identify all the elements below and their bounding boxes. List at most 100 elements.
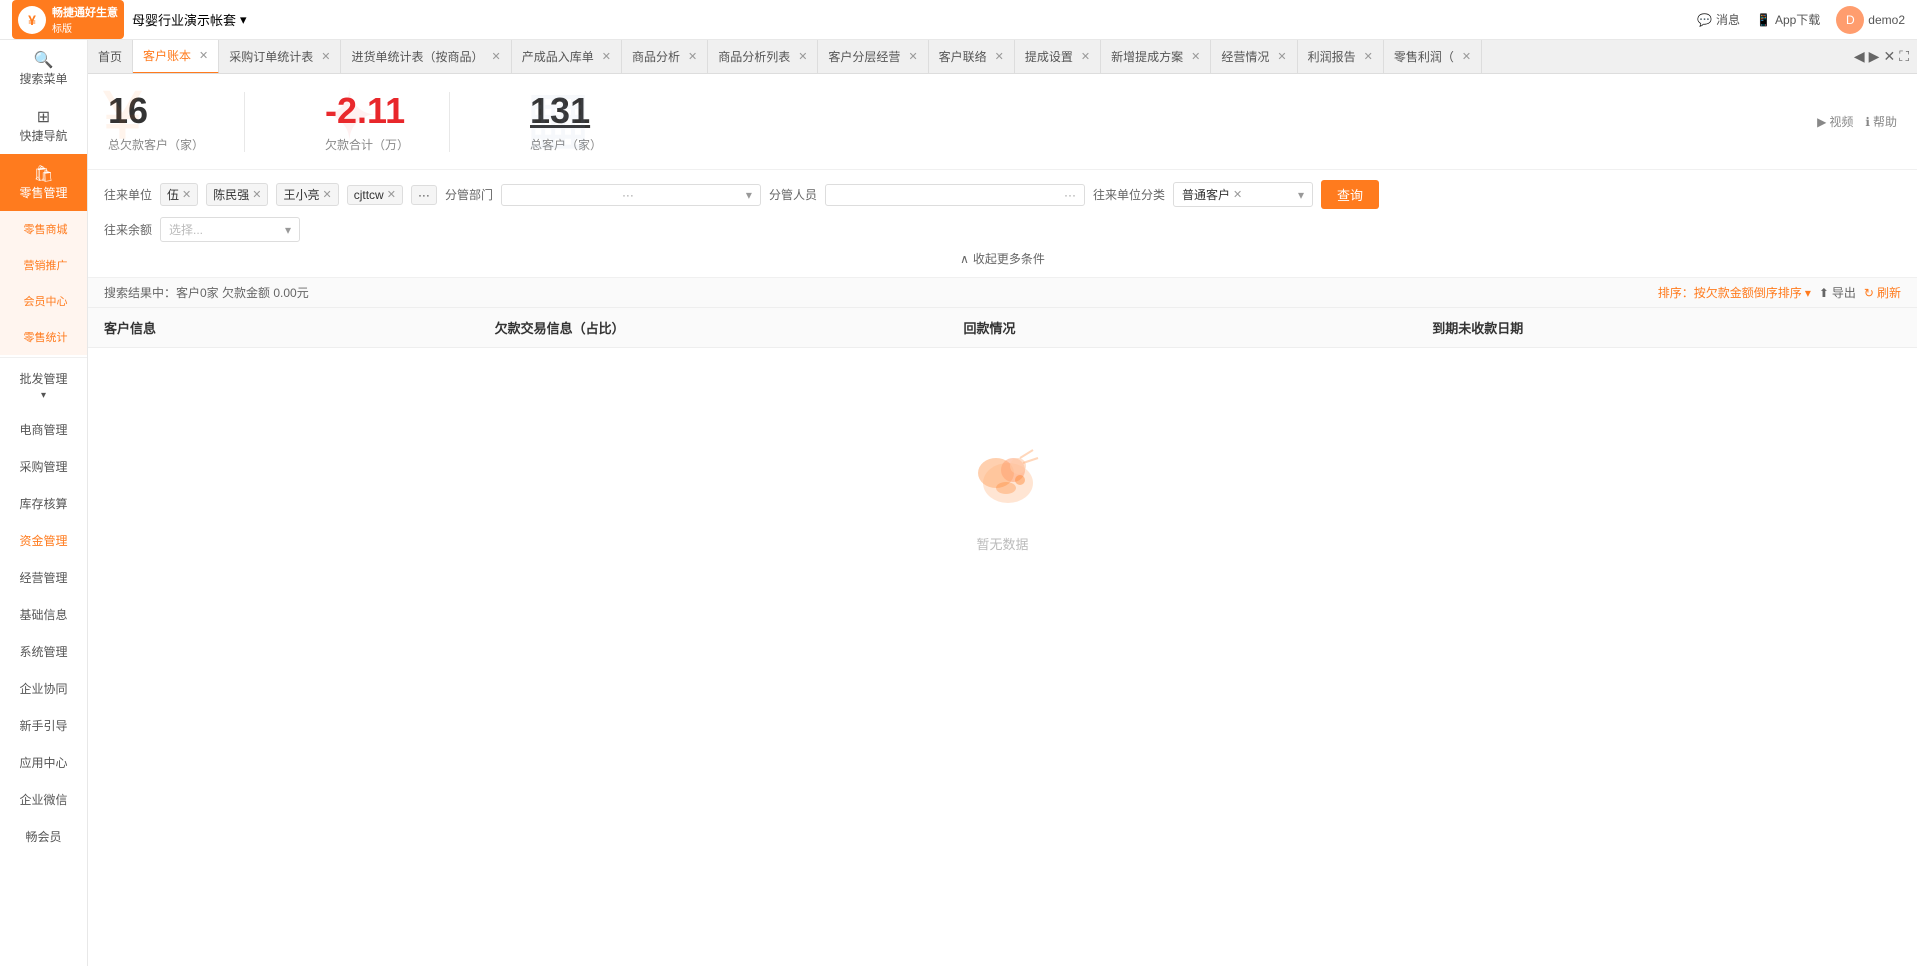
sidebar-purchase-label: 采购管理 [4,458,83,475]
tab-customer-contact[interactable]: 客户联络 ✕ [929,40,1015,74]
tag-wang-close[interactable]: ✕ [323,188,332,201]
sidebar-item-enterprise-wechat[interactable]: 企业微信 [0,781,87,818]
query-button[interactable]: 查询 [1321,180,1379,209]
stat-customers-info: 16 总欠款客户（家） [108,90,204,153]
tab-purchase-stats[interactable]: 进货单统计表（按商品） ✕ [341,40,511,74]
sidebar-item-operations[interactable]: 经营管理 [0,559,87,596]
tab-profit-report-label: 利润报告 [1308,48,1356,65]
sidebar-item-app-center[interactable]: 应用中心 [0,744,87,781]
sidebar-item-wholesale[interactable]: 批发管理 ▾ [0,360,87,411]
sidebar-item-retail-stats[interactable]: 零售统计 [0,319,87,355]
tab-promotion-settings-close[interactable]: ✕ [1081,50,1090,63]
video-button[interactable]: ▶ 视频 [1817,113,1853,130]
sidebar-item-quick-nav[interactable]: ⊞ 快捷导航 [0,97,87,154]
tab-profit-report-close[interactable]: ✕ [1364,50,1373,63]
tab-purchase-order[interactable]: 采购订单统计表 ✕ [219,40,341,74]
sidebar-item-new-guide[interactable]: 新手引导 [0,707,87,744]
filter-tag-wu: 伍 ✕ [160,183,198,206]
person-more-icon: ··· [1064,188,1076,202]
tab-prev-button[interactable]: ◀ [1854,48,1865,65]
refresh-button[interactable]: ↻ 刷新 [1864,284,1901,301]
filter-tag-more[interactable]: ··· [411,185,437,205]
help-button[interactable]: ℹ 帮助 [1865,113,1897,130]
tab-purchase-order-label: 采购订单统计表 [229,48,313,65]
sidebar-item-retail-mgmt[interactable]: 🛍 零售管理 [0,154,87,211]
app-download-button[interactable]: 📱 App下载 [1756,11,1820,28]
help-icon: ℹ [1865,115,1870,129]
user-menu[interactable]: D demo2 [1836,6,1905,34]
tag-chen-close[interactable]: ✕ [252,188,261,201]
tab-customer-contact-close[interactable]: ✕ [995,50,1004,63]
tag-wang-text: 王小亮 [283,186,319,203]
sort-button[interactable]: 排序：按欠款金额倒序排序 ▾ [1658,284,1811,301]
stat-divider-2 [449,92,450,152]
tab-product-list[interactable]: 商品分析列表 ✕ [708,40,818,74]
tab-product-list-label: 商品分析列表 [718,48,790,65]
grid-icon: ⊞ [4,107,83,127]
sidebar-system-label: 系统管理 [4,643,83,660]
tab-purchase-order-close[interactable]: ✕ [321,50,330,63]
message-button[interactable]: 💬 消息 [1697,11,1740,28]
store-selector[interactable]: 母婴行业演示帐套 ▾ [132,10,247,29]
tab-new-promotion[interactable]: 新增提成方案 ✕ [1101,40,1211,74]
tag-more-dots[interactable]: ··· [418,188,430,202]
sidebar-item-purchase[interactable]: 采购管理 [0,448,87,485]
export-button[interactable]: ⬆ 导出 [1819,284,1856,301]
dept-dropdown[interactable]: ··· ▾ [501,184,761,206]
tab-profit-report[interactable]: 利润报告 ✕ [1298,40,1384,74]
sidebar-item-marketing[interactable]: 营销推广 [0,247,87,283]
app-subtitle: 标版 [52,20,118,35]
tab-expand-button[interactable]: ⛶ [1899,48,1909,65]
empty-text: 暂无数据 [976,534,1028,553]
sidebar-item-inventory[interactable]: 库存核算 [0,485,87,522]
tab-next-button[interactable]: ▶ [1869,48,1880,65]
tab-product-inbound-close[interactable]: ✕ [602,50,611,63]
tab-product-analysis[interactable]: 商品分析 ✕ [622,40,708,74]
sidebar-item-finance[interactable]: 资金管理 [0,522,87,559]
tab-promotion-settings[interactable]: 提成设置 ✕ [1015,40,1101,74]
sidebar-item-search[interactable]: 🔍 搜索菜单 [0,40,87,97]
unit-class-dropdown[interactable]: 普通客户 ✕ ▾ [1173,182,1313,207]
sidebar-item-ecommerce[interactable]: 电商管理 [0,411,87,448]
tab-retail-profit-close[interactable]: ✕ [1462,50,1471,63]
person-dropdown[interactable]: ··· [825,184,1085,206]
tab-operation-status[interactable]: 经营情况 ✕ [1211,40,1297,74]
tab-new-promotion-close[interactable]: ✕ [1191,50,1200,63]
tab-operation-status-close[interactable]: ✕ [1277,50,1286,63]
tab-product-list-close[interactable]: ✕ [798,50,807,63]
tab-bar: 首页 客户账本 ✕ 采购订单统计表 ✕ 进货单统计表（按商品） ✕ 产成品入库单… [88,40,1917,74]
tab-product-analysis-label: 商品分析 [632,48,680,65]
collapse-button[interactable]: ∧ 收起更多条件 [960,250,1045,267]
unit-class-caret: ▾ [1298,188,1304,202]
empty-svg [958,428,1048,518]
download-icon: 📱 [1756,13,1771,27]
sidebar-quicknav-label: 快捷导航 [4,127,83,144]
sidebar-item-member[interactable]: 会员中心 [0,283,87,319]
tag-wu-close[interactable]: ✕ [182,188,191,201]
sidebar-item-enterprise-collab[interactable]: 企业协同 [0,670,87,707]
tab-retail-profit[interactable]: 零售利润（ ✕ [1384,40,1482,74]
sidebar-item-retail-mall[interactable]: 零售商城 [0,211,87,247]
message-label: 消息 [1716,11,1740,28]
tag-cjttcw-close[interactable]: ✕ [387,188,396,201]
tab-close-all-button[interactable]: ✕ [1883,48,1895,65]
sidebar-item-basic-info[interactable]: 基础信息 [0,596,87,633]
tab-customer-contact-label: 客户联络 [939,48,987,65]
tab-product-inbound[interactable]: 产成品入库单 ✕ [512,40,622,74]
tab-purchase-stats-close[interactable]: ✕ [492,50,501,63]
tab-customer-ledger[interactable]: 客户账本 ✕ [133,40,219,74]
tab-home[interactable]: 首页 [88,40,133,74]
balance-dropdown[interactable]: 选择... ▾ [160,217,300,242]
collapse-up-icon: ∧ [960,252,969,266]
stat-divider-1 [244,92,245,152]
col-customer-header: 客户信息 [104,318,495,337]
tab-customer-segment[interactable]: 客户分层经营 ✕ [818,40,928,74]
sidebar-item-vip[interactable]: 畅会员 [0,818,87,855]
sidebar-search-label: 搜索菜单 [4,70,83,87]
sidebar-item-system[interactable]: 系统管理 [0,633,87,670]
tab-product-analysis-close[interactable]: ✕ [688,50,697,63]
tab-customer-ledger-close[interactable]: ✕ [199,49,208,62]
tab-customer-segment-close[interactable]: ✕ [908,50,917,63]
unit-class-tag-close[interactable]: ✕ [1233,188,1242,201]
balance-caret: ▾ [285,223,291,237]
